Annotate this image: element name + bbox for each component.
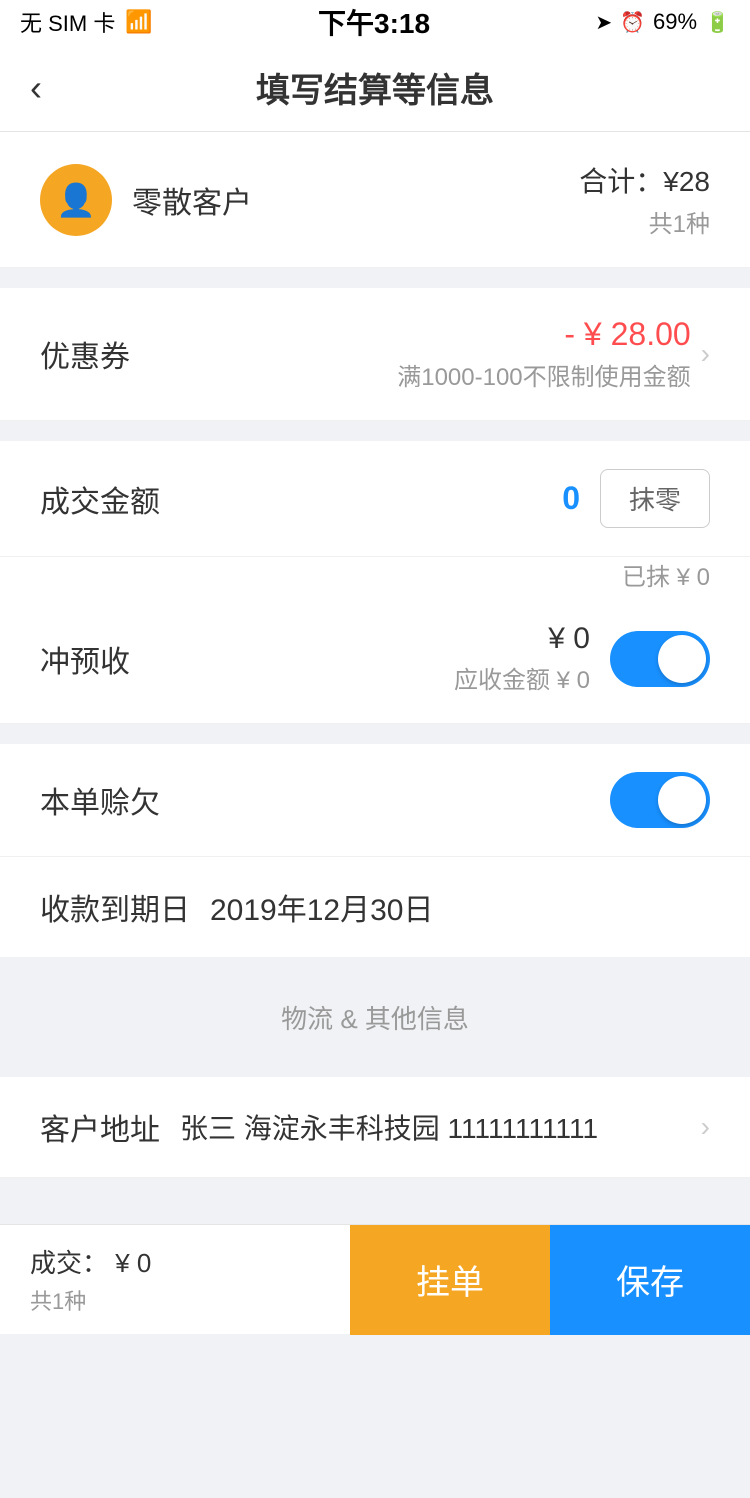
coupon-discount: - ¥ 28.00 xyxy=(397,316,690,353)
gap3 xyxy=(0,724,750,744)
deal-amount-label: 成交金额 xyxy=(40,477,200,521)
bottom-bar: 成交： ¥ 0 共1种 挂单 保存 xyxy=(0,1224,750,1334)
debt-row: 本单赊欠 xyxy=(0,744,750,857)
bottom-count: 共1种 xyxy=(30,1284,320,1316)
save-button[interactable]: 保存 xyxy=(550,1225,750,1335)
duedate-label: 收款到期日 xyxy=(40,885,190,929)
prepayment-amounts: ¥ 0 应收金额 ¥ 0 xyxy=(454,622,590,695)
logistics-header: 物流 & 其他信息 xyxy=(0,977,750,1057)
customer-avatar: 👤 xyxy=(40,164,112,236)
gap4 xyxy=(0,957,750,977)
coupon-chevron: › xyxy=(701,338,710,370)
toggle-knob xyxy=(658,635,706,683)
duedate-row: 收款到期日 2019年12月30日 xyxy=(0,857,750,957)
bottom-deal-amount: ¥ 0 xyxy=(115,1248,151,1278)
debt-toggle-knob xyxy=(658,776,706,824)
bottom-deal-text: 成交： ¥ 0 xyxy=(30,1243,320,1280)
bottom-info: 成交： ¥ 0 共1种 xyxy=(0,1243,350,1316)
round-sub-text: 已抹 ¥ 0 xyxy=(622,557,710,592)
customer-section: 👤 零散客户 合计：¥28 共1种 xyxy=(0,132,750,268)
customer-total: 合计：¥28 xyxy=(579,160,710,200)
coupon-label: 优惠券 xyxy=(40,332,130,376)
prepayment-right: ¥ 0 应收金额 ¥ 0 xyxy=(454,622,710,695)
coupon-row[interactable]: 优惠券 - ¥ 28.00 满1000-100不限制使用金额 › xyxy=(0,288,750,421)
prepayment-amount: ¥ 0 xyxy=(454,622,590,656)
gap2 xyxy=(0,421,750,441)
deal-amount-value[interactable]: 0 xyxy=(562,480,580,517)
status-bar: 无 SIM 卡 📶 下午3:18 ➤ ⏰ 69% 🔋 xyxy=(0,0,750,44)
prepayment-toggle[interactable] xyxy=(610,631,710,687)
deal-amount-right: 0 抹零 xyxy=(200,469,710,528)
duedate-value: 2019年12月30日 xyxy=(210,885,433,929)
address-label: 客户地址 xyxy=(40,1105,160,1149)
status-right: ➤ ⏰ 69% 🔋 xyxy=(595,9,730,35)
customer-summary: 合计：¥28 共1种 xyxy=(579,160,710,239)
prepayment-due: 应收金额 ¥ 0 xyxy=(454,660,590,695)
prepayment-row: 冲预收 ¥ 0 应收金额 ¥ 0 xyxy=(0,612,750,724)
avatar-icon: 👤 xyxy=(56,181,96,219)
wifi-icon: 📶 xyxy=(125,9,152,35)
pending-button[interactable]: 挂单 xyxy=(350,1225,550,1335)
address-row[interactable]: 客户地址 张三 海淀永丰科技园 11111111111 › xyxy=(0,1077,750,1178)
coupon-section: 优惠券 - ¥ 28.00 满1000-100不限制使用金额 › xyxy=(0,288,750,421)
customer-info: 👤 零散客户 xyxy=(40,164,252,236)
battery-icon: 🔋 xyxy=(705,10,730,35)
deal-section: 成交金额 0 抹零 已抹 ¥ 0 冲预收 ¥ 0 应收金额 ¥ 0 xyxy=(0,441,750,724)
prepayment-label: 冲预收 xyxy=(40,637,130,681)
location-icon: ➤ xyxy=(595,10,612,35)
customer-row[interactable]: 👤 零散客户 合计：¥28 共1种 xyxy=(0,132,750,268)
battery-level: 69% xyxy=(653,9,697,35)
debt-section: 本单赊欠 收款到期日 2019年12月30日 xyxy=(0,744,750,957)
coupon-description: 满1000-100不限制使用金额 xyxy=(397,357,690,392)
alarm-icon: ⏰ xyxy=(620,10,645,35)
debt-label: 本单赊欠 xyxy=(40,778,200,822)
round-sub-row: 已抹 ¥ 0 xyxy=(0,557,750,612)
round-button[interactable]: 抹零 xyxy=(600,469,710,528)
customer-count: 共1种 xyxy=(579,204,710,239)
deal-amount-row: 成交金额 0 抹零 xyxy=(0,441,750,557)
gap5 xyxy=(0,1057,750,1077)
status-time: 下午3:18 xyxy=(318,2,430,42)
coupon-info: - ¥ 28.00 满1000-100不限制使用金额 xyxy=(397,316,690,392)
status-left: 无 SIM 卡 📶 xyxy=(20,6,153,38)
page-title: 填写结算等信息 xyxy=(256,63,494,112)
logistics-title: 物流 & 其他信息 xyxy=(281,999,469,1036)
address-value: 张三 海淀永丰科技园 11111111111 xyxy=(180,1107,701,1147)
gap1 xyxy=(0,268,750,288)
address-chevron: › xyxy=(701,1111,710,1143)
nav-bar: ‹ 填写结算等信息 xyxy=(0,44,750,132)
debt-toggle[interactable] xyxy=(610,772,710,828)
coupon-right: - ¥ 28.00 满1000-100不限制使用金额 › xyxy=(397,316,710,392)
no-sim-text: 无 SIM 卡 xyxy=(20,6,115,38)
address-section: 客户地址 张三 海淀永丰科技园 11111111111 › xyxy=(0,1077,750,1178)
customer-name: 零散客户 xyxy=(132,178,252,222)
bottom-deal-label: 成交： xyxy=(30,1248,108,1278)
back-button[interactable]: ‹ xyxy=(30,67,42,109)
